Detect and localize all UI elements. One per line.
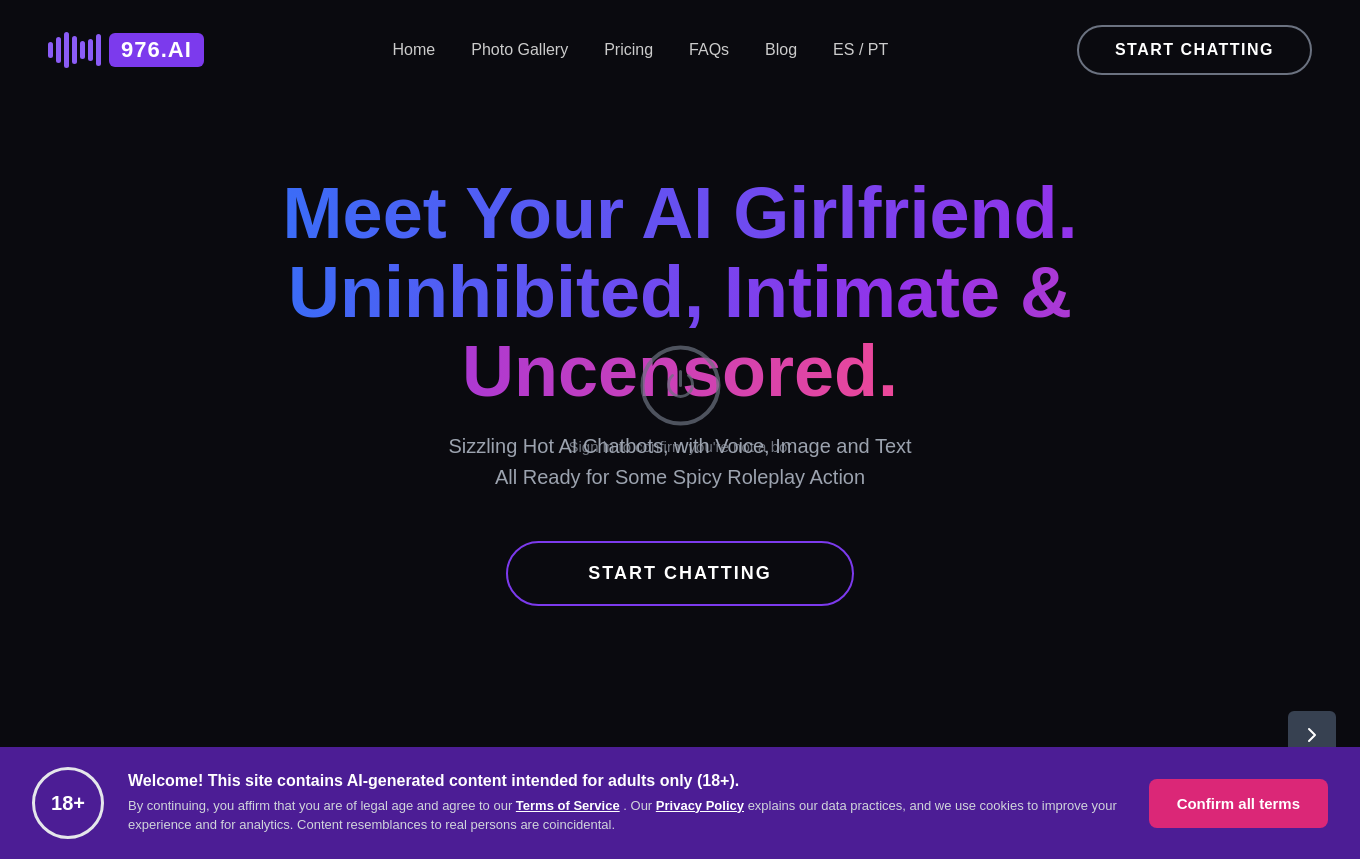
nav-item-pricing[interactable]: Pricing (604, 41, 653, 59)
cookie-title: Welcome! This site contains AI-generated… (128, 772, 1125, 790)
nav-link-photo-gallery[interactable]: Photo Gallery (471, 41, 568, 58)
nav-item-faqs[interactable]: FAQs (689, 41, 729, 59)
bar1 (48, 42, 53, 58)
nav-start-chatting-button[interactable]: START CHATTING (1077, 25, 1312, 75)
cookie-body: By continuing, you affirm that you are o… (128, 796, 1125, 835)
age-badge: 18+ (32, 767, 104, 839)
bar2 (56, 37, 61, 63)
hero-start-chatting-button[interactable]: START CHATTING (506, 541, 853, 606)
logo-text: 976.AI (121, 37, 192, 62)
nav-item-blog[interactable]: Blog (765, 41, 797, 59)
privacy-policy-link[interactable]: Privacy Policy (656, 798, 744, 813)
cookie-text-block: Welcome! This site contains AI-generated… (128, 772, 1125, 835)
chevron-right-icon (1302, 725, 1322, 745)
confirm-terms-button[interactable]: Confirm all terms (1149, 779, 1328, 828)
bar5 (80, 41, 85, 59)
nav-link-lang[interactable]: ES / PT (833, 41, 888, 58)
captcha-overlay: Sign in to confirm you're not a bot (569, 346, 792, 455)
bar3 (64, 32, 69, 68)
captcha-text: Sign in to confirm you're not a bot (569, 438, 792, 455)
nav-link-home[interactable]: Home (393, 41, 436, 58)
nav-link-pricing[interactable]: Pricing (604, 41, 653, 58)
hero-subtext2: All Ready for Some Spicy Roleplay Action (495, 466, 865, 489)
bar4 (72, 36, 77, 64)
tos-link[interactable]: Terms of Service (516, 798, 620, 813)
cookie-separator: . Our (623, 798, 652, 813)
hero-section: Meet Your AI Girlfriend. Uninhibited, In… (0, 100, 1360, 700)
logo-bars-icon (48, 32, 101, 68)
nav-item-photo-gallery[interactable]: Photo Gallery (471, 41, 568, 59)
nav-link-blog[interactable]: Blog (765, 41, 797, 58)
logo[interactable]: 976.AI (48, 32, 204, 68)
cookie-body-text1: By continuing, you affirm that you are o… (128, 798, 512, 813)
nav-item-lang[interactable]: ES / PT (833, 41, 888, 59)
nav-links: Home Photo Gallery Pricing FAQs Blog ES … (393, 41, 889, 59)
bar6 (88, 39, 93, 61)
logo-text-box: 976.AI (109, 33, 204, 67)
hero-heading-line1: Meet Your AI Girlfriend. (283, 173, 1078, 253)
navbar: 976.AI Home Photo Gallery Pricing FAQs B… (0, 0, 1360, 100)
bar7 (96, 34, 101, 66)
power-icon (660, 366, 700, 406)
captcha-icon (640, 346, 720, 426)
nav-item-home[interactable]: Home (393, 41, 436, 59)
nav-link-faqs[interactable]: FAQs (689, 41, 729, 58)
cookie-banner: 18+ Welcome! This site contains AI-gener… (0, 747, 1360, 859)
